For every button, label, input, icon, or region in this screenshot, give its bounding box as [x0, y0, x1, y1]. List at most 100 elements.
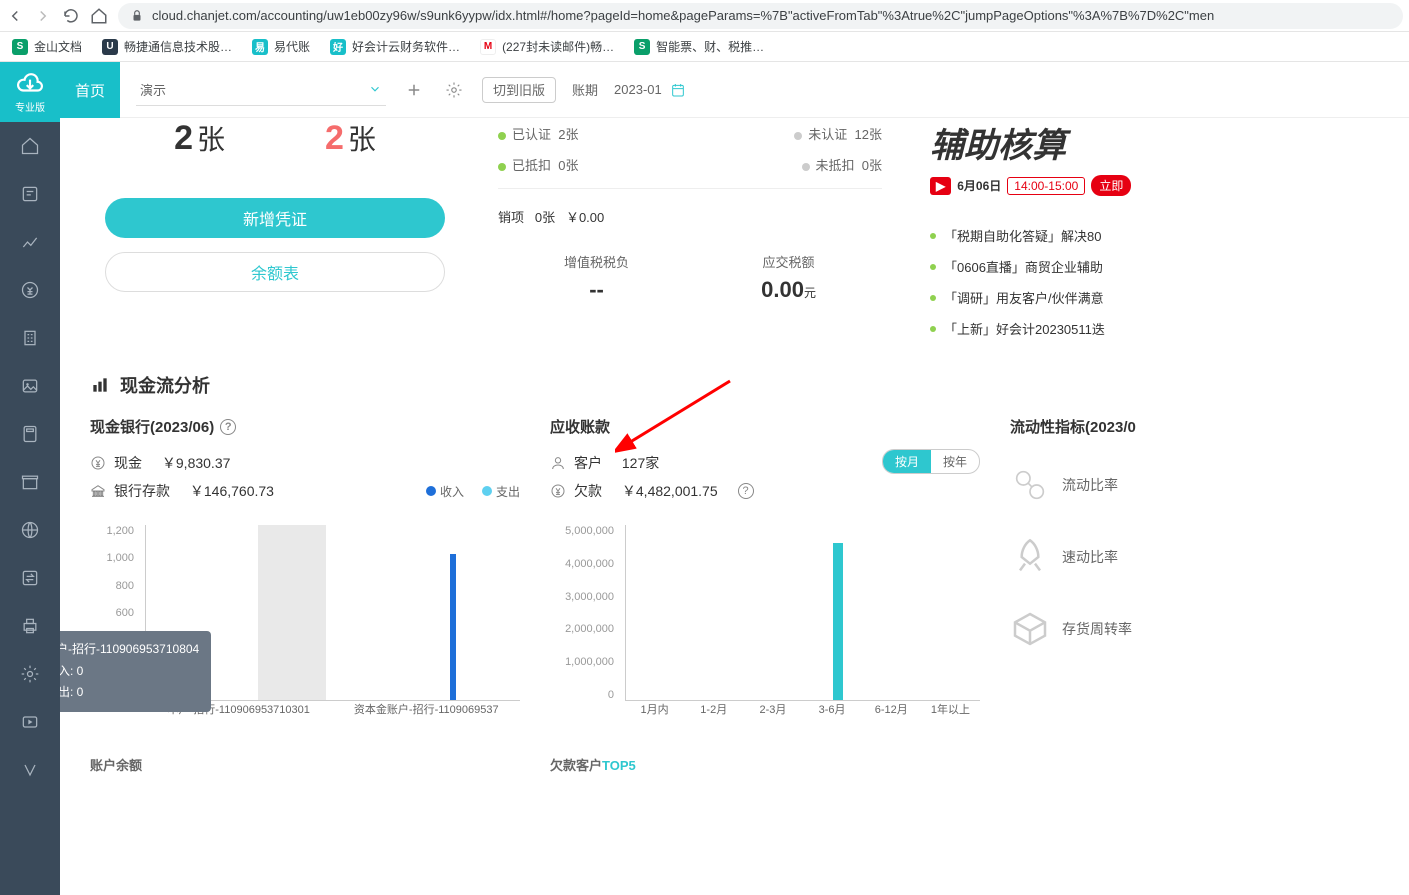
bookmark-item[interactable]: S智能票、财、税推… [634, 38, 764, 55]
sidebar-building-icon[interactable] [0, 314, 60, 362]
tax-uncertified: 未认证 12张 [794, 124, 882, 143]
help-icon[interactable]: ? [738, 483, 754, 499]
toggle-month[interactable]: 按月 [883, 450, 931, 473]
old-version-button[interactable]: 切到旧版 [482, 77, 556, 103]
bookmark-item[interactable]: 好好会计云财务软件… [330, 38, 460, 55]
add-voucher-button[interactable]: 新增凭证 [105, 198, 445, 238]
add-button[interactable] [402, 78, 426, 102]
period-toggle[interactable]: 按月 按年 [882, 449, 980, 474]
sidebar-image-icon[interactable] [0, 362, 60, 410]
bookmark-item[interactable]: 易易代账 [252, 38, 310, 55]
nav-reload-icon[interactable] [62, 7, 80, 25]
browser-toolbar: cloud.chanjet.com/accounting/uw1eb00zy96… [0, 0, 1409, 32]
help-icon[interactable]: ? [220, 419, 236, 435]
chart-tooltip: 外债户-招行-110906953710804 收入: 0 支出: 0 [60, 631, 211, 712]
lock-icon [130, 9, 144, 23]
bookmark-label: 金山文档 [34, 38, 82, 55]
sidebar-print-icon[interactable] [0, 602, 60, 650]
nav-home-icon[interactable] [90, 7, 108, 25]
company-name: 演示 [140, 80, 166, 99]
ar-card: 应收账款 客户 127家 欠款 ￥4,482,001.75 ? [550, 416, 980, 774]
sidebar-calc-icon[interactable] [0, 410, 60, 458]
address-bar[interactable]: cloud.chanjet.com/accounting/uw1eb00zy96… [118, 3, 1403, 29]
bank-row: 银行存款 ￥146,760.73 [90, 477, 274, 505]
sidebar-globe-icon[interactable] [0, 506, 60, 554]
rocket-icon [1010, 537, 1050, 577]
bookmark-item[interactable]: U畅捷通信息技术股… [102, 38, 232, 55]
liquidity-title: 流动性指标(2023/0 [1010, 416, 1190, 437]
period-value: 2023-01 [614, 82, 662, 97]
ar-chart[interactable]: 5,000,0004,000,0003,000,0002,000,0001,00… [550, 525, 980, 725]
user-icon [550, 455, 566, 471]
voucher-card: 2张 2张 新增凭证 余额表 [90, 118, 460, 344]
sidebar-archive-icon[interactable] [0, 458, 60, 506]
tax-deducted: 已抵扣 0张 [498, 155, 578, 174]
period-picker[interactable]: 2023-01 [614, 82, 686, 98]
chart-highlight [258, 525, 325, 700]
period-label: 账期 [572, 80, 598, 99]
news-banner: 辅助核算 [930, 118, 1399, 167]
debt-icon [550, 483, 566, 499]
bookmark-label: 智能票、财、税推… [656, 38, 764, 55]
bookmark-label: (227封未读邮件)畅… [502, 38, 614, 55]
news-item[interactable]: 「上新」好会计20230511迭 [930, 313, 1399, 344]
sidebar-voucher-icon[interactable] [0, 170, 60, 218]
balance-sheet-button[interactable]: 余额表 [105, 252, 445, 292]
nav-back-icon[interactable] [6, 7, 24, 25]
voucher-count2: 2张 [325, 118, 376, 158]
news-item[interactable]: 「调研」用友客户/伙伴满意 [930, 282, 1399, 313]
liquidity-item[interactable]: 存货周转率 [1010, 593, 1190, 665]
news-item[interactable]: 「0606直播」商贸企业辅助 [930, 251, 1399, 282]
sidebar-money-icon[interactable] [0, 266, 60, 314]
section-cashflow-title: 现金流分析 [60, 344, 1409, 416]
cash-row: 现金 ￥9,830.37 [90, 449, 520, 477]
sidebar-gear-icon[interactable] [0, 650, 60, 698]
chart-legend: 收入 支出 [426, 483, 520, 500]
news-date: ▶6月06日14:00-15:00立即 [930, 175, 1399, 196]
ar-customer-row: 客户 127家 [550, 449, 754, 477]
ar-subtitle: 欠款客户TOP5 [550, 755, 980, 774]
ratio-icon [1010, 465, 1050, 505]
yen-icon [90, 455, 106, 471]
nav-forward-icon[interactable] [34, 7, 52, 25]
bookmark-label: 畅捷通信息技术股… [124, 38, 232, 55]
box-icon [1010, 609, 1050, 649]
cash-bank-card: 现金银行(2023/06)? 现金 ￥9,830.37 银行存款 ￥146,76… [90, 416, 520, 774]
sidebar-video-icon[interactable] [0, 698, 60, 746]
calendar-icon [670, 82, 686, 98]
toggle-year[interactable]: 按年 [931, 450, 979, 473]
brand-text: 专业版 [15, 99, 45, 114]
liquidity-item[interactable]: 速动比率 [1010, 521, 1190, 593]
topbar: 演示 切到旧版 账期 2023-01 [120, 62, 1409, 118]
url-text: cloud.chanjet.com/accounting/uw1eb00zy96… [152, 8, 1214, 23]
ar-debt-row: 欠款 ￥4,482,001.75 ? [550, 477, 754, 505]
sidebar-transfer-icon[interactable] [0, 554, 60, 602]
company-select[interactable]: 演示 [136, 74, 386, 106]
bank-icon [90, 483, 106, 499]
news-go-button[interactable]: 立即 [1091, 175, 1131, 196]
brand-logo[interactable]: 专业版 [0, 62, 60, 122]
sidebar-report-icon[interactable] [0, 218, 60, 266]
settings-button[interactable] [442, 78, 466, 102]
vat-burden: 增值税税负-- [564, 252, 629, 303]
bookmark-label: 好会计云财务软件… [352, 38, 460, 55]
bookmark-item[interactable]: M(227封未读邮件)畅… [480, 38, 614, 55]
bar-chart-icon [90, 375, 110, 395]
tab-home[interactable]: 首页 [60, 62, 120, 118]
tax-summary: 销项 0张 ￥0.00 [498, 188, 882, 236]
liquidity-item[interactable]: 流动比率 [1010, 449, 1190, 521]
bookmark-item[interactable]: S金山文档 [12, 38, 82, 55]
sidebar-v-icon[interactable] [0, 746, 60, 794]
tax-certified: 已认证 2张 [498, 124, 578, 143]
sidebar-home-icon[interactable] [0, 122, 60, 170]
chevron-down-icon [368, 82, 382, 96]
voucher-count1: 2张 [174, 118, 225, 158]
sidebar: 专业版 [0, 62, 60, 895]
liquidity-card: 流动性指标(2023/0 流动比率 速动比率 存货周转率 [1010, 416, 1190, 774]
tax-payable: 应交税额0.00元 [761, 252, 816, 303]
ar-title: 应收账款 [550, 416, 980, 437]
bookmark-label: 易代账 [274, 38, 310, 55]
news-item[interactable]: 「税期自助化答疑」解决80 [930, 220, 1399, 251]
bookmarks-bar: S金山文档 U畅捷通信息技术股… 易易代账 好好会计云财务软件… M(227封未… [0, 32, 1409, 62]
cash-bank-title: 现金银行(2023/06)? [90, 416, 520, 437]
